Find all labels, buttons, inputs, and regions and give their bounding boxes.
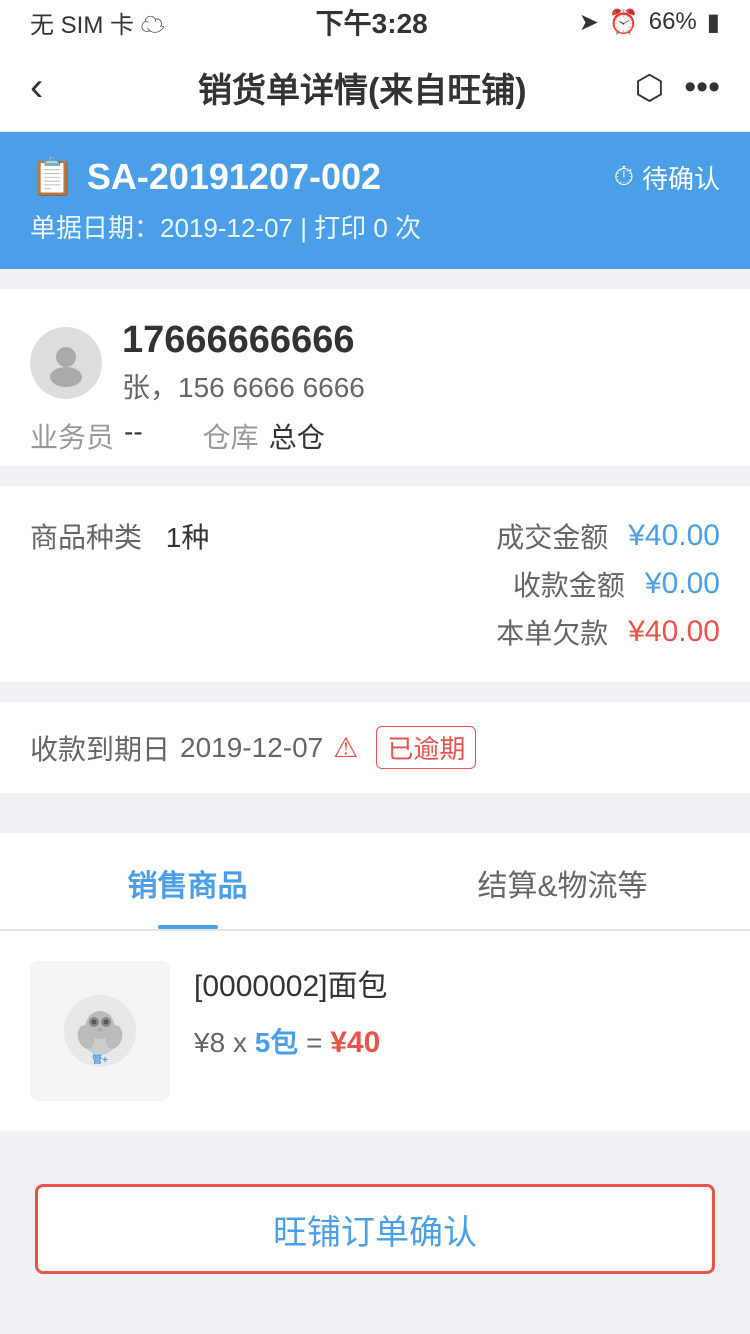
battery-text: 66% — [649, 8, 697, 36]
warehouse-value: 总仓 — [269, 416, 325, 456]
due-date-section: 收款到期日 2019-12-07 ⚠ 已逾期 — [0, 702, 750, 793]
product-type-label: 商品种类 — [30, 522, 142, 553]
tabs: 销售商品 结算&物流等 — [0, 833, 750, 931]
customer-section: 17666666666 张，156 6666 6666 业务员 -- 仓库 总仓 — [0, 289, 750, 466]
divider-3 — [0, 793, 750, 813]
product-image: 管+ — [30, 961, 170, 1101]
order-icon: 📋 — [30, 156, 75, 198]
more-icon[interactable]: ••• — [684, 68, 720, 107]
location-icon: ➤ — [579, 8, 599, 37]
battery-icon: ▮ — [707, 8, 720, 37]
status-left: 无 SIM 卡 ☁ — [30, 5, 165, 40]
warehouse-label: 仓库 — [203, 416, 259, 456]
due-label: 收款到期日 — [30, 728, 170, 768]
nav-actions: ⬡ ••• — [635, 68, 720, 108]
nav-bar: ‹ 销货单详情(来自旺铺) ⬡ ••• — [0, 44, 750, 132]
customer-meta: 业务员 -- 仓库 总仓 — [30, 416, 720, 456]
svg-text:管+: 管+ — [92, 1053, 108, 1066]
confirm-btn-container: 旺铺订单确认 — [35, 1184, 715, 1274]
warning-icon: ⚠ — [333, 731, 358, 764]
total-price: ¥40 — [330, 1026, 380, 1059]
order-status: ⏱ 待确认 — [614, 159, 720, 196]
salesperson-label: 业务员 — [30, 416, 114, 456]
page-title: 销货单详情(来自旺铺) — [198, 63, 527, 112]
no-sim-text: 无 SIM 卡 ☁ — [30, 5, 165, 40]
tab-settlement[interactable]: 结算&物流等 — [375, 833, 750, 929]
payment-value: ¥0.00 — [645, 567, 720, 601]
summary-section: 商品种类 1种 成交金额 ¥40.00 收款金额 ¥0.00 本单欠款 ¥40.… — [0, 486, 750, 682]
payment-label: 收款金额 — [513, 564, 625, 604]
salesperson-value: -- — [124, 416, 143, 456]
due-date: 2019-12-07 — [180, 732, 323, 764]
order-header-card: 📋 SA-20191207-002 ⏱ 待确认 单据日期：2019-12-07 … — [0, 132, 750, 269]
balance-label: 本单欠款 — [496, 612, 608, 652]
product-name: [0000002]面包 — [194, 961, 720, 1005]
product-price-formula: ¥8 x 5包 = ¥40 — [194, 1021, 720, 1061]
customer-phone: 17666666666 — [122, 319, 365, 362]
divider-1 — [0, 466, 750, 486]
product-item: 管+ [0000002]面包 ¥8 x 5包 = ¥40 — [0, 931, 750, 1131]
quantity: 5包 — [255, 1027, 299, 1058]
product-info: [0000002]面包 ¥8 x 5包 = ¥40 — [194, 961, 720, 1061]
confirm-order-button[interactable]: 旺铺订单确认 — [35, 1184, 715, 1274]
divider-2 — [0, 682, 750, 702]
equals-sign: = — [306, 1027, 330, 1058]
tab-sales-products[interactable]: 销售商品 — [0, 833, 375, 929]
balance-value: ¥40.00 — [628, 615, 720, 649]
alarm-icon: ⏰ — [609, 8, 639, 37]
order-number: 📋 SA-20191207-002 — [30, 156, 381, 198]
status-right: ➤ ⏰ 66% ▮ — [579, 8, 720, 37]
multiply-sign: x — [233, 1027, 255, 1058]
unit-price: ¥8 — [194, 1027, 225, 1058]
product-type-value: 1种 — [166, 522, 210, 553]
summary-amounts: 成交金额 ¥40.00 收款金额 ¥0.00 本单欠款 ¥40.00 — [496, 516, 720, 652]
avatar — [30, 327, 102, 399]
overdue-badge: 已逾期 — [376, 726, 476, 769]
status-time: 下午3:28 — [316, 2, 428, 42]
status-bar: 无 SIM 卡 ☁ 下午3:28 ➤ ⏰ 66% ▮ — [0, 0, 750, 44]
order-date: 单据日期：2019-12-07 | 打印 0 次 — [30, 208, 720, 245]
share-icon[interactable]: ⬡ — [635, 68, 665, 108]
transaction-label: 成交金额 — [496, 516, 608, 556]
clock-icon: ⏱ — [614, 161, 634, 193]
transaction-value: ¥40.00 — [628, 519, 720, 553]
back-button[interactable]: ‹ — [30, 65, 90, 110]
customer-name: 张，156 6666 6666 — [122, 366, 365, 406]
